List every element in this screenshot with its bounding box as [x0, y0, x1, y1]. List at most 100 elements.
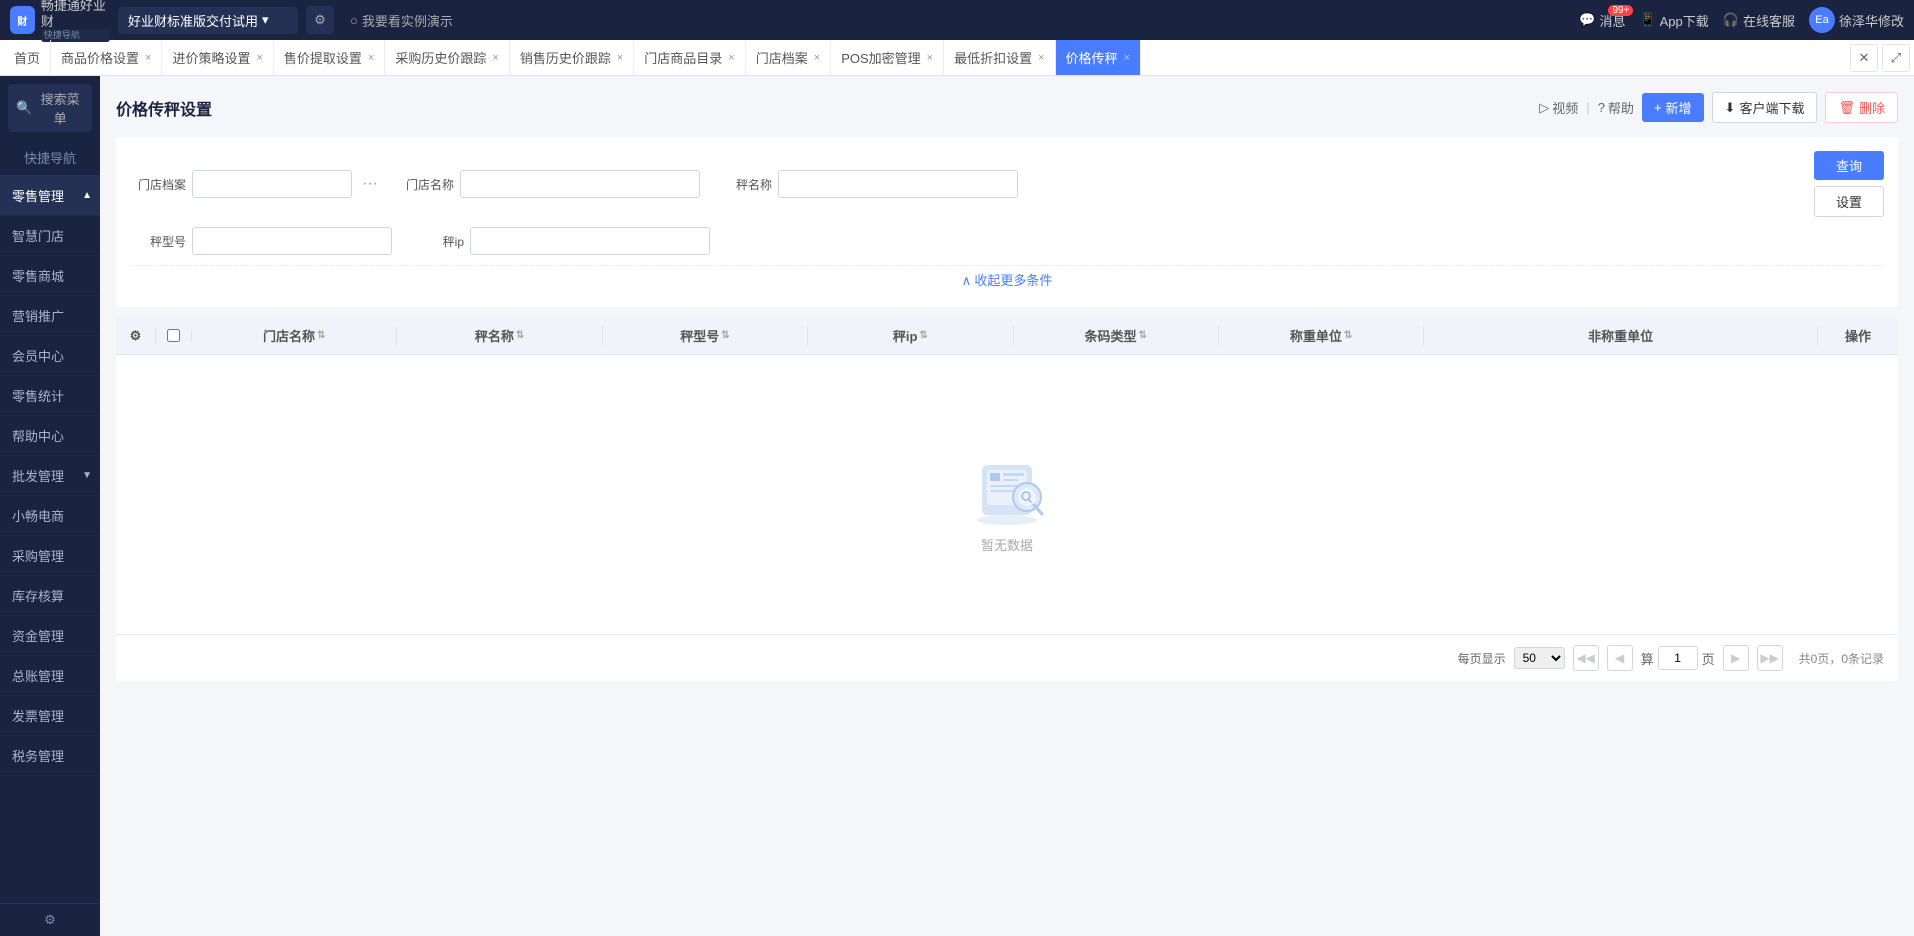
close-tab-button[interactable]: ✕ [1850, 44, 1878, 72]
tab-purchase-strategy[interactable]: 进价策略设置 × [162, 40, 273, 76]
sidebar-item-smart-store[interactable]: 智慧门店 [0, 216, 100, 256]
store-archive-input[interactable] [192, 170, 352, 198]
sidebar-bottom-settings[interactable]: ⚙ [0, 903, 100, 936]
sort-icon[interactable]: ⇅ [1139, 330, 1147, 341]
add-button[interactable]: + 新增 [1642, 93, 1704, 122]
sidebar-item-tax-label: 税务管理 [12, 746, 64, 765]
tab-end-buttons: ✕ ⤢ [1850, 44, 1910, 72]
scale-name-input[interactable] [778, 170, 1018, 198]
video-link[interactable]: ▷ 视频 [1539, 98, 1578, 117]
sidebar-item-member[interactable]: 会员中心 [0, 336, 100, 376]
sidebar-item-wholesale[interactable]: 批发管理 ▼ [0, 456, 100, 496]
prev-page-button[interactable]: ◀ [1607, 645, 1633, 671]
close-icon[interactable]: × [814, 52, 820, 64]
th-scale-name: 秤名称 ⇅ [397, 326, 602, 345]
tab-price-settings[interactable]: 商品价格设置 × [51, 40, 162, 76]
collapse-button[interactable]: ∧ 收起更多条件 [130, 265, 1884, 293]
tab-store-catalog[interactable]: 门店商品目录 × [634, 40, 745, 76]
sidebar-item-ecom[interactable]: 小畅电商 [0, 496, 100, 536]
scale-type-input[interactable] [192, 227, 392, 255]
close-icon[interactable]: × [927, 52, 933, 64]
next-page-button[interactable]: ▶ [1723, 645, 1749, 671]
chevron-down-icon: ▾ [262, 12, 269, 28]
tab-purchase-history[interactable]: 采购历史价跟踪 × [385, 40, 509, 76]
tab-price-scale[interactable]: 价格传秤 × [1056, 40, 1141, 76]
demo-button[interactable]: ○ 我要看实例演示 [350, 11, 453, 30]
filter-row-2: 秤型号 秤ip [130, 227, 1884, 255]
query-label: 查询 [1836, 156, 1862, 175]
sidebar-item-marketing[interactable]: 营销推广 [0, 296, 100, 336]
th-barcode-type: 条码类型 ⇅ [1014, 326, 1219, 345]
sort-icon[interactable]: ⇅ [317, 330, 325, 341]
sidebar-item-online-store[interactable]: 零售商城 [0, 256, 100, 296]
sidebar-item-help[interactable]: 帮助中心 [0, 416, 100, 456]
delete-button[interactable]: 🗑 删除 [1825, 92, 1898, 123]
tab-store-archive[interactable]: 门店档案 × [746, 40, 831, 76]
help-link[interactable]: ? 帮助 [1598, 98, 1634, 117]
video-label: 视频 [1552, 98, 1578, 117]
sidebar-item-inventory[interactable]: 库存核算 [0, 576, 100, 616]
first-page-button[interactable]: ◀◀ [1573, 645, 1599, 671]
sidebar-item-purchase[interactable]: 采购管理 [0, 536, 100, 576]
more-options-icon[interactable]: ··· [358, 175, 382, 193]
page-prefix-label: 算 [1641, 649, 1654, 668]
close-icon[interactable]: × [1124, 52, 1130, 64]
search-menu-button[interactable]: 🔍 搜索菜单 [8, 84, 92, 132]
tab-pos-manage[interactable]: POS加密管理 × [831, 40, 944, 76]
th-non-weight-unit-label: 非称重单位 [1588, 326, 1653, 345]
sidebar-item-tax[interactable]: 税务管理 [0, 736, 100, 776]
tab-sale-history-label: 销售历史价跟踪 [520, 48, 611, 67]
expand-tab-button[interactable]: ⤢ [1882, 44, 1910, 72]
tab-min-discount-label: 最低折扣设置 [954, 48, 1032, 67]
settings-gear-button[interactable]: ⚙ [306, 6, 334, 34]
tab-sale-price-label: 售价提取设置 [284, 48, 362, 67]
messages-button[interactable]: 💬 消息 99+ [1579, 11, 1625, 30]
sidebar-item-invoice[interactable]: 发票管理 [0, 696, 100, 736]
store-name-input[interactable] [460, 170, 700, 198]
system-selector[interactable]: 好业财标准版交付试用 ▾ [118, 7, 298, 34]
settings-button[interactable]: 设置 [1814, 186, 1884, 217]
user-button[interactable]: Ea 徐泽华修改 [1809, 7, 1904, 33]
filter-area: 门店档案 ··· 门店名称 秤名称 查询 设置 [116, 137, 1898, 307]
sort-icon[interactable]: ⇅ [1344, 330, 1352, 341]
last-page-button[interactable]: ▶▶ [1757, 645, 1783, 671]
filter-store-archive-label: 门店档案 [130, 176, 186, 193]
sidebar-item-retail-stats[interactable]: 零售统计 [0, 376, 100, 416]
close-icon[interactable]: × [256, 52, 262, 64]
tab-min-discount[interactable]: 最低折扣设置 × [944, 40, 1055, 76]
select-all-checkbox[interactable] [167, 329, 180, 342]
page-number-input[interactable] [1658, 646, 1698, 670]
close-icon[interactable]: × [145, 52, 151, 64]
online-service-button[interactable]: 🎧 在线客服 [1723, 11, 1795, 30]
query-button[interactable]: 查询 [1814, 151, 1884, 180]
th-store-name: 门店名称 ⇅ [192, 326, 397, 345]
close-icon[interactable]: × [728, 52, 734, 64]
close-icon[interactable]: × [492, 52, 498, 64]
page-actions: ▷ 视频 | ? 帮助 + 新增 ⬇ 客户端下载 🗑 删除 [1539, 92, 1898, 123]
tab-home[interactable]: 首页 [4, 40, 51, 76]
download-button[interactable]: ⬇ 客户端下载 [1712, 92, 1818, 123]
quick-nav-label: 快捷导航 [24, 151, 76, 166]
tab-sale-price[interactable]: 售价提取设置 × [274, 40, 385, 76]
tab-sale-history[interactable]: 销售历史价跟踪 × [510, 40, 634, 76]
close-icon[interactable]: × [617, 52, 623, 64]
th-settings[interactable]: ⚙ [116, 328, 156, 344]
sidebar-item-finance-label: 资金管理 [12, 626, 64, 645]
sort-icon[interactable]: ⇅ [516, 330, 524, 341]
sort-icon[interactable]: ⇅ [919, 330, 927, 341]
scale-ip-input[interactable] [470, 227, 710, 255]
column-settings-icon[interactable]: ⚙ [130, 328, 142, 344]
quick-nav-button[interactable]: 快捷导航 [0, 140, 100, 176]
page-size-select[interactable]: 50 10 20 100 [1514, 647, 1565, 669]
content-area: 价格传秤设置 ▷ 视频 | ? 帮助 + 新增 ⬇ 客户端下载 [100, 76, 1914, 936]
sidebar-item-retail[interactable]: 零售管理 ▲ [0, 176, 100, 216]
app-download-button[interactable]: 📱 App下载 [1639, 11, 1708, 30]
sort-icon[interactable]: ⇅ [721, 330, 729, 341]
filter-scale-name: 秤名称 [716, 170, 1018, 198]
app-label: App下载 [1660, 11, 1709, 30]
help-label: 帮助 [1608, 98, 1634, 117]
sidebar-item-ledger[interactable]: 总账管理 [0, 656, 100, 696]
close-icon[interactable]: × [368, 52, 374, 64]
close-icon[interactable]: × [1038, 52, 1044, 64]
sidebar-item-finance[interactable]: 资金管理 [0, 616, 100, 656]
